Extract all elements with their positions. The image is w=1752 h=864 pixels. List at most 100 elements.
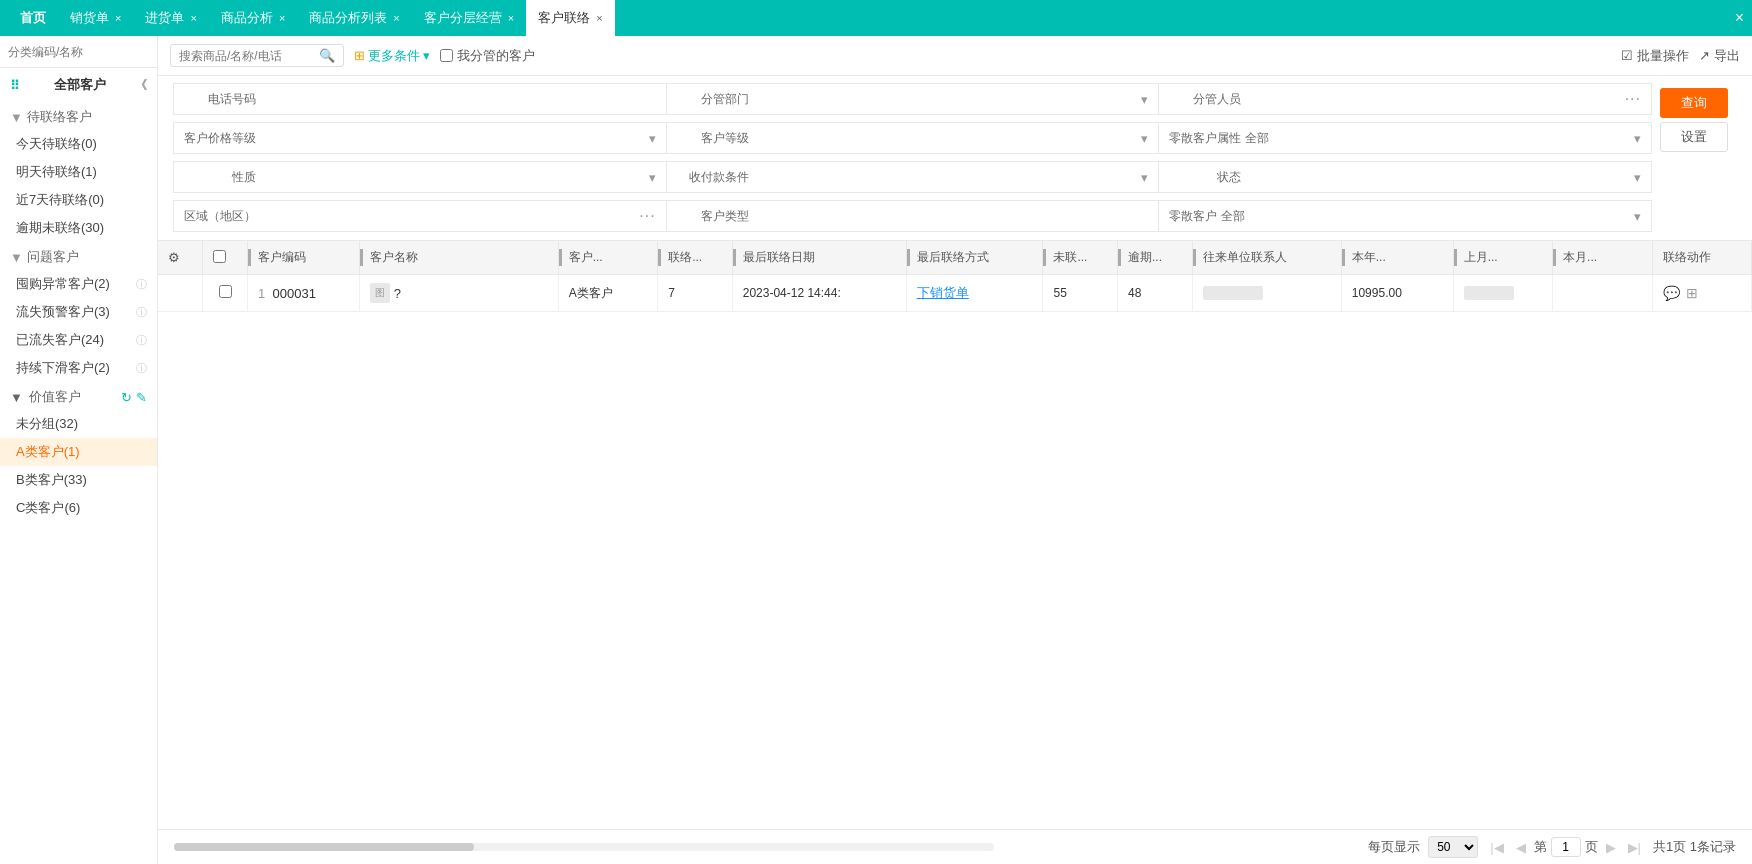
- group-pending-contact[interactable]: ▼ 待联络客户: [0, 102, 157, 130]
- more-filters-button[interactable]: ⊞ 更多条件 ▾: [354, 47, 430, 65]
- filter-icon: ⊞: [354, 48, 365, 63]
- col-code[interactable]: 客户编码: [247, 241, 359, 275]
- nav-customer-tier[interactable]: 客户分层经营 ×: [412, 0, 526, 36]
- scrollbar-thumb[interactable]: [174, 843, 474, 851]
- sidebar-item-today[interactable]: 今天待联络(0): [0, 130, 157, 158]
- chat-icon[interactable]: 💬: [1663, 285, 1680, 301]
- col-overdue[interactable]: 逾期...: [1118, 241, 1193, 275]
- col-checkbox[interactable]: [203, 241, 248, 275]
- col-last-month[interactable]: 上月...: [1453, 241, 1552, 275]
- export-button[interactable]: ↗ 导出: [1699, 47, 1740, 65]
- region-dots[interactable]: ···: [639, 207, 655, 225]
- col-this-month[interactable]: 本月...: [1553, 241, 1652, 275]
- nav-home[interactable]: 首页: [8, 0, 58, 36]
- batch-check-icon: ☑: [1621, 48, 1633, 63]
- nav-goods-analysis-close[interactable]: ×: [279, 12, 285, 24]
- nav-goods-analysis-list[interactable]: 商品分析列表 ×: [297, 0, 411, 36]
- filter-row-3: 性质 ▾ 收付款条件 ▾ 状态 ▾: [174, 162, 1652, 193]
- nature-arrow[interactable]: ▾: [649, 170, 656, 185]
- nav-customer-tier-close[interactable]: ×: [508, 12, 514, 24]
- sidebar-item-class-a[interactable]: A类客户(1): [0, 438, 157, 466]
- sidebar-item-class-b[interactable]: B类客户(33): [0, 466, 157, 494]
- nav-sales-close[interactable]: ×: [115, 12, 121, 24]
- sidebar-item-churn-warning[interactable]: 流失预警客户(3) ⓘ: [0, 298, 157, 326]
- filter-row-4: 区域（地区） ··· 客户类型 零散客户 全部 ▾: [174, 201, 1652, 232]
- row-name[interactable]: 图 ?: [359, 275, 558, 312]
- col-this-year[interactable]: 本年...: [1341, 241, 1453, 275]
- sidebar-item-churned[interactable]: 已流失客户(24) ⓘ: [0, 326, 157, 354]
- query-button[interactable]: 查询: [1660, 88, 1728, 118]
- customer-grade-arrow[interactable]: ▾: [1141, 131, 1148, 146]
- select-all-checkbox[interactable]: [213, 250, 226, 263]
- batch-operation-button[interactable]: ☑ 批量操作: [1621, 47, 1689, 65]
- ungrouped-label: 未分组(32): [16, 415, 147, 433]
- filter-search-icon[interactable]: 🔍: [319, 48, 335, 63]
- col-unit-contact[interactable]: 往来单位联系人: [1192, 241, 1341, 275]
- nav-customer-contact-close[interactable]: ×: [596, 12, 602, 24]
- retail-customer-arrow[interactable]: ▾: [1634, 209, 1641, 224]
- retail-attr-arrow[interactable]: ▾: [1634, 131, 1641, 146]
- col-last-contact-date[interactable]: 最后联络日期: [732, 241, 906, 275]
- group-problem-customers[interactable]: ▼ 问题客户: [0, 242, 157, 270]
- row-select-checkbox[interactable]: [219, 285, 232, 298]
- nav-goods-analysis-list-close[interactable]: ×: [393, 12, 399, 24]
- nav-sales-label: 销货单: [70, 9, 109, 27]
- settings-button[interactable]: 设置: [1660, 122, 1728, 152]
- my-customer-checkbox[interactable]: 我分管的客户: [440, 47, 535, 65]
- filter-action-buttons: 查询 设置: [1652, 84, 1736, 232]
- bottom-bar: 每页显示 50 100 200 |◀ ◀ 第 页 ▶ ▶| 共1页 1条记录: [158, 829, 1752, 864]
- col-customer-type[interactable]: 客户...: [558, 241, 657, 275]
- first-page-button[interactable]: |◀: [1486, 838, 1507, 857]
- refresh-icon[interactable]: ↻: [121, 390, 132, 405]
- nav-customer-tier-label: 客户分层经营: [424, 9, 502, 27]
- all-customers-header[interactable]: ⠿ 全部客户 《: [0, 68, 157, 102]
- gear-icon[interactable]: ⚙: [168, 250, 180, 265]
- col-gear[interactable]: ⚙: [158, 241, 203, 275]
- last-page-button[interactable]: ▶|: [1624, 838, 1645, 857]
- row-checkbox[interactable]: [203, 275, 248, 312]
- nav-customer-contact[interactable]: 客户联络 ×: [526, 0, 614, 36]
- sidebar-search-input[interactable]: [8, 45, 158, 59]
- col-not-contacted[interactable]: 未联...: [1043, 241, 1118, 275]
- export-icon: ↗: [1699, 48, 1710, 63]
- sidebar-item-class-c[interactable]: C类客户(6): [0, 494, 157, 522]
- horizontal-scrollbar[interactable]: [174, 843, 994, 851]
- price-grade-arrow[interactable]: ▾: [649, 131, 656, 146]
- last-contact-method-link[interactable]: 下销货单: [917, 285, 969, 300]
- col-last-contact-method[interactable]: 最后联络方式: [906, 241, 1043, 275]
- sidebar-item-overdue[interactable]: 逾期未联络(30): [0, 214, 157, 242]
- nature-label: 性质: [184, 169, 264, 186]
- page-size-select[interactable]: 50 100 200: [1428, 836, 1478, 858]
- close-all-button[interactable]: ×: [1735, 9, 1744, 27]
- sidebar-search-bar: 🔍: [0, 36, 157, 68]
- sidebar-item-hoarding[interactable]: 囤购异常客户(2) ⓘ: [0, 270, 157, 298]
- col-contact-count[interactable]: 联络...: [658, 241, 733, 275]
- row-last-contact-date: 2023-04-12 14:44:: [732, 275, 906, 312]
- prev-page-button[interactable]: ◀: [1512, 838, 1530, 857]
- row-this-month: [1553, 275, 1652, 312]
- nav-purchase[interactable]: 进货单 ×: [133, 0, 208, 36]
- nav-purchase-close[interactable]: ×: [190, 12, 196, 24]
- my-customer-check[interactable]: [440, 49, 453, 62]
- status-arrow[interactable]: ▾: [1634, 170, 1641, 185]
- person-dots[interactable]: ···: [1625, 90, 1641, 108]
- nav-goods-analysis[interactable]: 商品分析 ×: [209, 0, 297, 36]
- payment-arrow[interactable]: ▾: [1141, 170, 1148, 185]
- sidebar-item-declining[interactable]: 持续下滑客户(2) ⓘ: [0, 354, 157, 382]
- filter-row-1: 电话号码 分管部门 ▾ 分管人员 ···: [174, 84, 1652, 115]
- nav-sales[interactable]: 销货单 ×: [58, 0, 133, 36]
- price-grade-label: 客户价格等级: [184, 130, 264, 147]
- group-value-arrow[interactable]: ▼: [10, 390, 23, 405]
- sidebar-item-tomorrow[interactable]: 明天待联络(1): [0, 158, 157, 186]
- sidebar-collapse-icon[interactable]: 《: [135, 77, 147, 94]
- col-name[interactable]: 客户名称: [359, 241, 558, 275]
- row-last-contact-method[interactable]: 下销货单: [906, 275, 1043, 312]
- filter-search-input[interactable]: [179, 49, 319, 63]
- sidebar-item-7days[interactable]: 近7天待联络(0): [0, 186, 157, 214]
- dept-arrow[interactable]: ▾: [1141, 92, 1148, 107]
- sidebar-item-ungrouped[interactable]: 未分组(32): [0, 410, 157, 438]
- page-number-input[interactable]: [1551, 837, 1581, 857]
- qr-icon[interactable]: ⊞: [1686, 285, 1698, 301]
- edit-icon[interactable]: ✎: [136, 390, 147, 405]
- next-page-button[interactable]: ▶: [1602, 838, 1620, 857]
